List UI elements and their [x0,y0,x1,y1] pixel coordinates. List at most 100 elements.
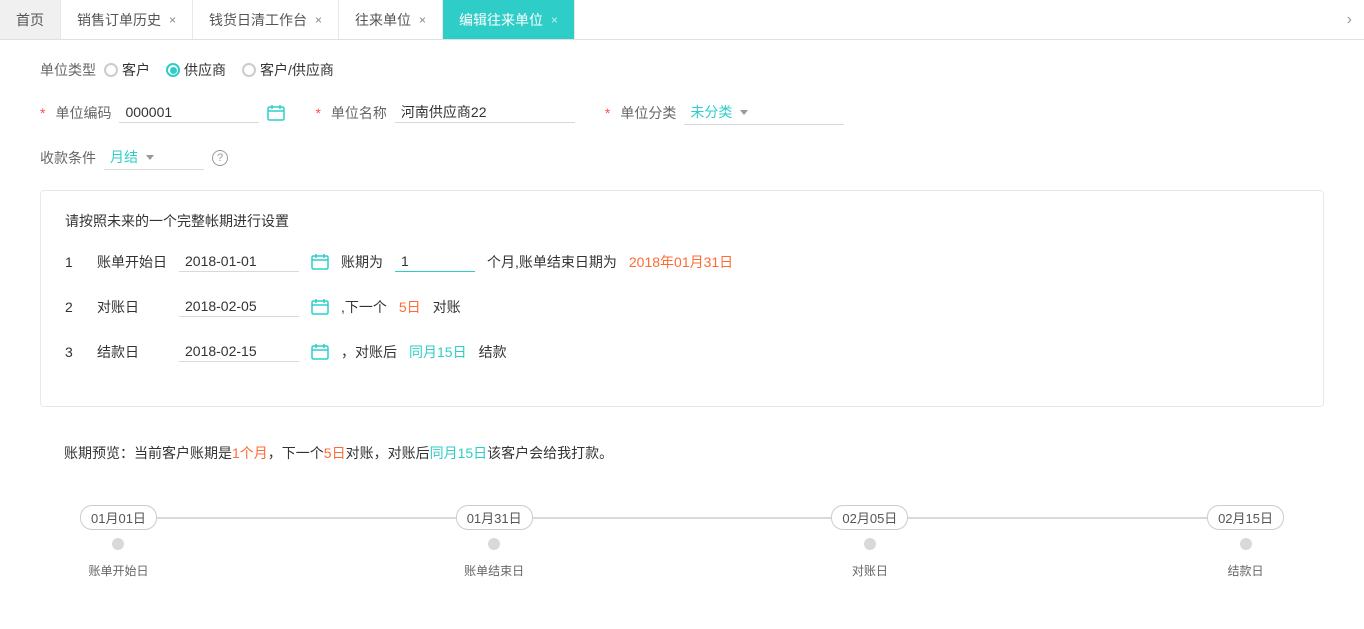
radio-supplier-circle [166,63,180,77]
radio-both-circle [242,63,256,77]
unit-type-label: 单位类型 [40,60,96,80]
tab-home[interactable]: 首页 [0,0,61,39]
setting-row-2: 2 对账日 ,下一个 5日对账 [65,296,1299,317]
timeline-node-0: 01月01日 账单开始日 [80,505,157,579]
timeline-node-3: 02月15日 结款日 [1207,505,1284,579]
unit-code-icon[interactable] [267,104,285,122]
reconcile-date-input[interactable] [179,296,299,317]
row-1-end-date: 2018年01月31日 [629,252,733,272]
timeline-node-1: 01月31日 账单结束日 [456,505,533,579]
unit-name-required: * [315,105,320,121]
preview-highlight3: 同月15日 [430,445,488,461]
row-2-num: 2 [65,299,85,315]
radio-both[interactable]: 客户/供应商 [242,60,334,80]
tab-partner-list[interactable]: 往来单位 × [339,0,443,39]
row-1-desc-prefix: 账期为 [341,252,383,272]
setting-row-1: 1 账单开始日 账期为 个月,账单结束日期为 2018年01月31日 [65,251,1299,272]
tab-home-label: 首页 [16,10,44,30]
unit-category-arrow-icon [740,110,748,115]
unit-type-row: 单位类型 客户 供应商 客户/供应商 [40,60,1324,80]
preview-middle1: ，下一个 [268,445,324,461]
main-content: 单位类型 客户 供应商 客户/供应商 * 单位编码 [0,40,1364,629]
timeline-label-3: 结款日 [1228,562,1264,579]
unit-name-input[interactable] [395,102,575,123]
radio-customer-circle [104,63,118,77]
radio-customer[interactable]: 客户 [104,60,150,80]
timeline-circle-1 [488,538,500,550]
row-1-name: 账单开始日 [97,252,167,272]
unit-code-label: 单位编码 [55,103,111,123]
preview-prefix: 账期预览：当前客户账期是 [64,445,232,461]
tabs-bar: 首页 销售订单历史 × 钱货日清工作台 × 往来单位 × 编辑往来单位 × › [0,0,1364,40]
radio-customer-label: 客户 [122,60,150,80]
timeline-label-1: 账单结束日 [464,562,524,579]
tab-daily-clear-label: 钱货日清工作台 [209,10,307,30]
payment-terms-field: 收款条件 月结 ? [40,145,228,170]
timeline-label-2: 对账日 [852,562,888,579]
preview-middle2: 对账，对账后 [346,445,430,461]
tab-edit-partner[interactable]: 编辑往来单位 × [443,0,575,39]
tab-daily-clear-close[interactable]: × [315,13,322,27]
basic-info-row: * 单位编码 * 单位名称 * 单位分类 未分类 [40,100,1324,125]
radio-supplier[interactable]: 供应商 [166,60,226,80]
unit-type-field: 单位类型 客户 供应商 客户/供应商 [40,60,334,80]
preview-suffix: 该客户会给我打款。 [487,445,613,461]
preview-highlight2: 5日 [324,445,346,461]
timeline-label-0: 账单开始日 [88,562,148,579]
start-date-input[interactable] [179,251,299,272]
timeline-date-3: 02月15日 [1207,505,1284,530]
row-2-desc1: ,下一个 [341,297,387,317]
row-2-name: 对账日 [97,297,167,317]
timeline-circle-0 [112,538,124,550]
row-3-highlight1: 同月15日 [409,342,467,362]
timeline-date-2: 02月05日 [831,505,908,530]
row-2-highlight1: 5日 [399,297,421,317]
tab-sales-history-close[interactable]: × [169,13,176,27]
payment-terms-help-icon[interactable]: ? [212,150,228,166]
radio-supplier-label: 供应商 [184,60,226,80]
preview-section: 账期预览：当前客户账期是1个月，下一个5日对账，对账后同月15日该客户会给我打款… [40,427,1324,479]
row-2-desc2: 对账 [433,297,461,317]
radio-both-label: 客户/供应商 [260,60,334,80]
unit-name-field: * 单位名称 [315,102,574,123]
timeline-circle-2 [864,538,876,550]
panel-title: 请按照未来的一个完整帐期进行设置 [65,211,1299,231]
tab-partner-list-close[interactable]: × [419,13,426,27]
month-input[interactable] [395,251,475,272]
unit-name-label: 单位名称 [331,103,387,123]
timeline-node-2: 02月05日 对账日 [831,505,908,579]
timeline-nodes: 01月01日 账单开始日 01月31日 账单结束日 02月05日 对账日 02月… [80,505,1284,579]
payment-terms-row: 收款条件 月结 ? [40,145,1324,170]
row-3-desc1: ，对账后 [341,342,397,362]
unit-type-radio-group: 客户 供应商 客户/供应商 [104,60,334,80]
unit-code-required: * [40,105,45,121]
payment-date-cal-icon[interactable] [311,343,329,361]
payment-terms-select[interactable]: 月结 [104,145,204,170]
timeline-date-1: 01月31日 [456,505,533,530]
payment-terms-arrow-icon [146,155,154,160]
payment-terms-value: 月结 [110,147,138,167]
tab-partner-list-label: 往来单位 [355,10,411,30]
tab-sales-history-label: 销售订单历史 [77,10,161,30]
timeline-date-0: 01月01日 [80,505,157,530]
row-3-desc2: 结款 [479,342,507,362]
unit-code-input[interactable] [119,102,259,123]
tabs-scroll-right[interactable]: › [1335,0,1364,39]
unit-category-label: 单位分类 [620,103,676,123]
payment-date-input[interactable] [179,341,299,362]
unit-category-value: 未分类 [690,102,732,122]
tab-sales-history[interactable]: 销售订单历史 × [61,0,193,39]
row-3-num: 3 [65,344,85,360]
unit-code-field: * 单位编码 [40,102,285,123]
timeline-circle-3 [1240,538,1252,550]
tab-edit-partner-close[interactable]: × [551,13,558,27]
settings-panel: 请按照未来的一个完整帐期进行设置 1 账单开始日 账期为 个月,账单结束日期为 … [40,190,1324,407]
tab-daily-clear[interactable]: 钱货日清工作台 × [193,0,339,39]
reconcile-date-cal-icon[interactable] [311,298,329,316]
unit-category-select[interactable]: 未分类 [684,100,844,125]
row-3-name: 结款日 [97,342,167,362]
setting-row-3: 3 结款日 ，对账后同月15日结款 [65,341,1299,362]
timeline: 01月01日 账单开始日 01月31日 账单结束日 02月05日 对账日 02月… [40,495,1324,609]
preview-highlight1: 1个月 [232,445,268,461]
start-date-cal-icon[interactable] [311,253,329,271]
